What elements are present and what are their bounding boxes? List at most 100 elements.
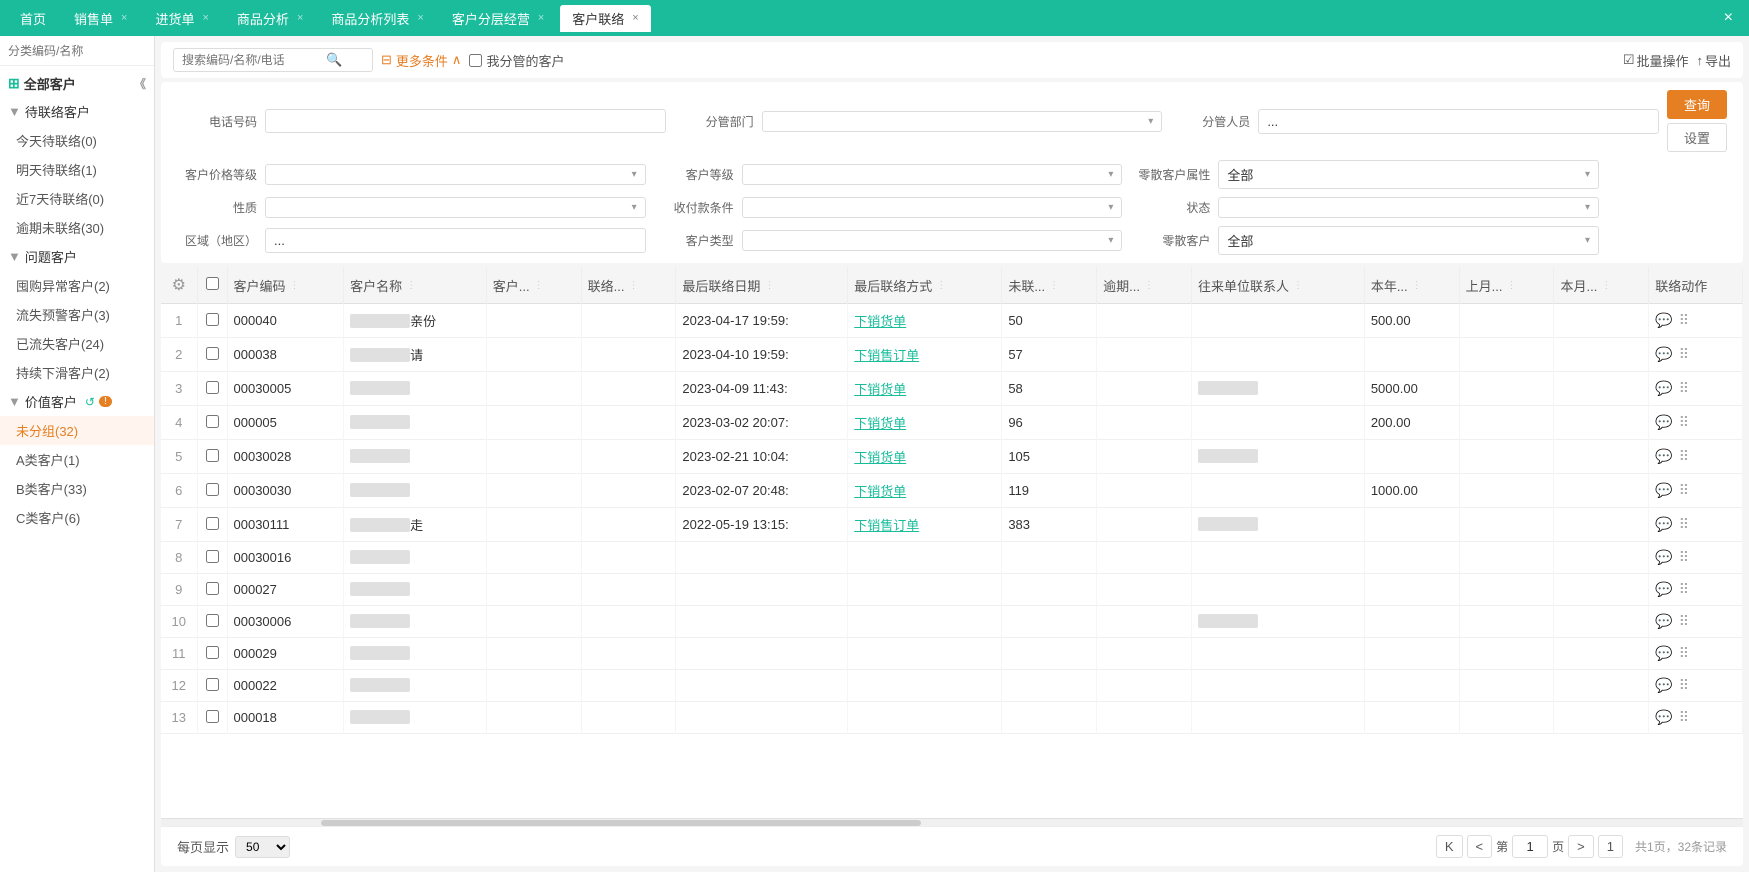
customer-search-input[interactable] [182, 53, 322, 67]
all-customers-header[interactable]: ⊞ 全部客户 《 [0, 66, 154, 97]
more-action-icon[interactable]: ⠿ [1679, 516, 1689, 533]
retail-customer-select[interactable]: 全部 ▾ [1218, 226, 1599, 255]
col-resizer-last-month[interactable]: ⋮ [1504, 280, 1518, 291]
close-all-btn[interactable]: × [1716, 5, 1741, 31]
row-last-method[interactable]: 下销货单 [848, 440, 1002, 474]
phone-input[interactable] [265, 109, 666, 133]
contact-action-icon[interactable]: 💬 [1655, 645, 1672, 662]
contact-action-icon[interactable]: 💬 [1655, 380, 1672, 397]
contact-action-icon[interactable]: 💬 [1655, 312, 1672, 329]
contact-action-icon[interactable]: 💬 [1655, 346, 1672, 363]
tab-product-analysis-list[interactable]: 商品分析列表 × [319, 5, 435, 32]
search-input-wrapper[interactable]: 🔍 [173, 48, 373, 72]
row-checkbox[interactable] [206, 678, 219, 691]
col-resizer-uncontact[interactable]: ⋮ [1047, 280, 1061, 291]
contact-action-icon[interactable]: 💬 [1655, 414, 1672, 431]
th-overdue[interactable]: 逾期... ⋮ [1097, 267, 1192, 304]
customer-level-select[interactable]: ▾ [742, 164, 1123, 185]
sidebar-item-7day-contact[interactable]: 近7天待联络(0) [0, 184, 154, 213]
price-level-select[interactable]: ▾ [265, 164, 646, 185]
row-checkbox[interactable] [206, 381, 219, 394]
sidebar-item-overdue-contact[interactable]: 逾期未联络(30) [0, 213, 154, 242]
row-last-method[interactable] [848, 670, 1002, 702]
query-button[interactable]: 查询 [1667, 90, 1727, 119]
contact-action-icon[interactable]: 💬 [1655, 448, 1672, 465]
row-checkbox-cell[interactable] [197, 372, 227, 406]
row-checkbox-cell[interactable] [197, 474, 227, 508]
select-all-checkbox[interactable] [206, 277, 219, 290]
col-resizer-name[interactable]: ⋮ [404, 280, 418, 291]
th-uncontact[interactable]: 未联... ⋮ [1002, 267, 1097, 304]
row-last-method[interactable]: 下销售订单 [848, 338, 1002, 372]
row-checkbox[interactable] [206, 550, 219, 563]
next-page-btn[interactable]: > [1568, 835, 1594, 858]
row-checkbox-cell[interactable] [197, 542, 227, 574]
my-customers-checkbox-wrapper[interactable]: 我分管的客户 [469, 51, 564, 70]
th-name[interactable]: 客户名称 ⋮ [344, 267, 487, 304]
sidebar-item-today-contact[interactable]: 今天待联络(0) [0, 126, 154, 155]
more-action-icon[interactable]: ⠿ [1679, 581, 1689, 598]
more-action-icon[interactable]: ⠿ [1679, 549, 1689, 566]
tab-purchase-order[interactable]: 进货单 × [143, 5, 220, 32]
row-last-method[interactable] [848, 606, 1002, 638]
row-checkbox-cell[interactable] [197, 304, 227, 338]
th-last-method[interactable]: 最后联络方式 ⋮ [848, 267, 1002, 304]
more-action-icon[interactable]: ⠿ [1679, 312, 1689, 329]
col-resizer-last-method[interactable]: ⋮ [934, 280, 948, 291]
table-settings-icon[interactable]: ⚙ [172, 277, 186, 294]
row-last-method[interactable] [848, 702, 1002, 734]
row-checkbox[interactable] [206, 710, 219, 723]
more-conditions-btn[interactable]: ⊟ 更多条件 ∧ [381, 51, 461, 70]
col-resizer-overdue[interactable]: ⋮ [1142, 280, 1156, 291]
row-last-method[interactable] [848, 574, 1002, 606]
th-checkbox[interactable] [197, 267, 227, 304]
row-checkbox[interactable] [206, 449, 219, 462]
nature-select[interactable]: ▾ [265, 197, 646, 218]
status-select[interactable]: ▾ [1218, 197, 1599, 218]
row-checkbox[interactable] [206, 415, 219, 428]
region-select[interactable]: ... [265, 228, 646, 253]
customer-type-select[interactable]: ▾ [742, 230, 1123, 251]
home-tab[interactable]: 首页 [8, 5, 58, 32]
tab-customer-tier[interactable]: 客户分层经营 × [440, 5, 556, 32]
tab-sales-order[interactable]: 销售单 × [62, 5, 139, 32]
contact-action-icon[interactable]: 💬 [1655, 516, 1672, 533]
sidebar-search-input[interactable] [8, 44, 155, 58]
row-checkbox-cell[interactable] [197, 338, 227, 372]
col-resizer-type[interactable]: ⋮ [532, 280, 546, 291]
dept-select[interactable]: ▾ [762, 111, 1163, 132]
col-resizer-contact[interactable]: ⋮ [626, 280, 640, 291]
more-action-icon[interactable]: ⠿ [1679, 482, 1689, 499]
col-resizer-code[interactable]: ⋮ [288, 280, 302, 291]
tab-product-analysis[interactable]: 商品分析 × [225, 5, 315, 32]
row-checkbox[interactable] [206, 517, 219, 530]
row-last-method[interactable]: 下销货单 [848, 474, 1002, 508]
problem-customers-header[interactable]: ▼ 问题客户 [0, 242, 154, 271]
th-last-date[interactable]: 最后联络日期 ⋮ [676, 267, 848, 304]
customer-search-icon[interactable]: 🔍 [326, 52, 342, 68]
manager-select[interactable]: ... [1258, 109, 1659, 134]
contact-action-icon[interactable]: 💬 [1655, 482, 1672, 499]
row-checkbox[interactable] [206, 347, 219, 360]
row-checkbox[interactable] [206, 483, 219, 496]
sidebar-item-unclassified[interactable]: 未分组(32) [0, 416, 154, 445]
value-customers-header[interactable]: ▼ 价值客户 ↺ ! [0, 387, 154, 416]
more-action-icon[interactable]: ⠿ [1679, 414, 1689, 431]
col-resizer-year[interactable]: ⋮ [1410, 280, 1424, 291]
contact-action-icon[interactable]: 💬 [1655, 581, 1672, 598]
row-checkbox[interactable] [206, 614, 219, 627]
reset-button[interactable]: 设置 [1667, 123, 1727, 152]
row-checkbox[interactable] [206, 582, 219, 595]
row-last-method[interactable]: 下销售订单 [848, 508, 1002, 542]
more-action-icon[interactable]: ⠿ [1679, 448, 1689, 465]
contact-action-icon[interactable]: 💬 [1655, 677, 1672, 694]
col-resizer-last-date[interactable]: ⋮ [762, 280, 776, 291]
sidebar-item-declining[interactable]: 持续下滑客户(2) [0, 358, 154, 387]
row-checkbox-cell[interactable] [197, 638, 227, 670]
col-resizer-this-month[interactable]: ⋮ [1599, 280, 1613, 291]
page-number-input[interactable] [1512, 835, 1548, 858]
row-checkbox-cell[interactable] [197, 574, 227, 606]
th-last-month[interactable]: 上月... ⋮ [1459, 267, 1554, 304]
tab-product-analysis-list-close[interactable]: × [417, 12, 423, 24]
contact-action-icon[interactable]: 💬 [1655, 613, 1672, 630]
